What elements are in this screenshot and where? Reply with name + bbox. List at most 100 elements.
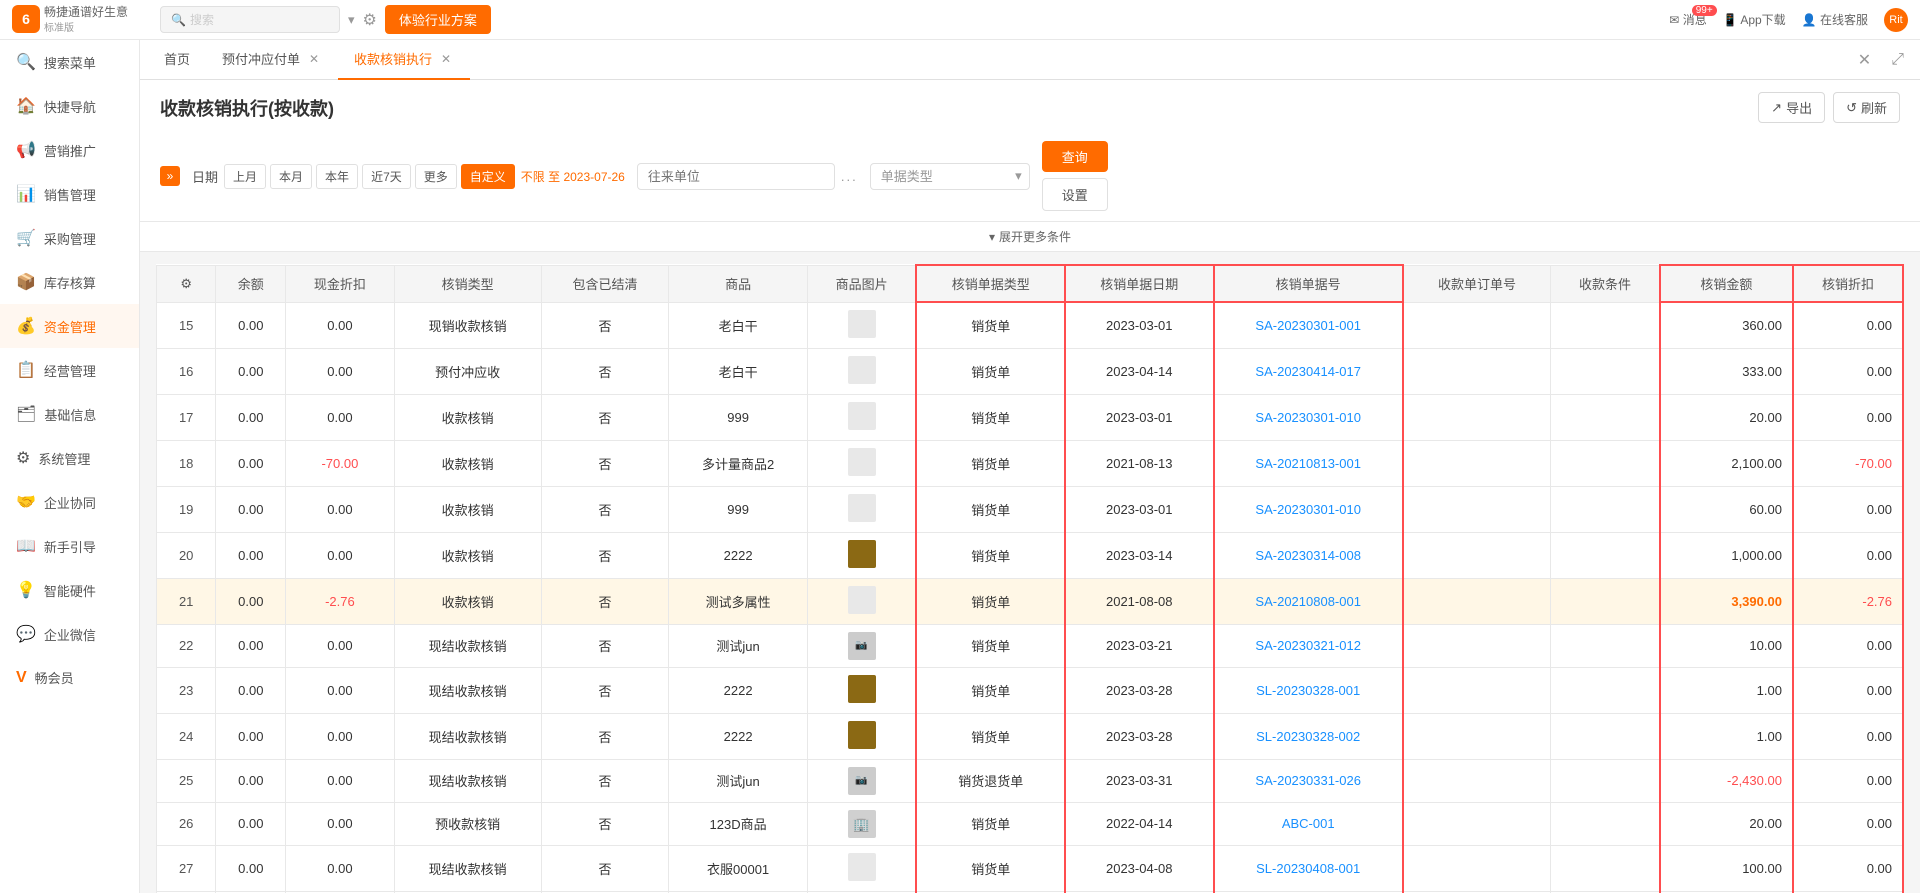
refresh-icon: ↺ [1846, 100, 1857, 116]
voucher-type-select[interactable]: 单据类型 [870, 163, 1030, 190]
settings-btn[interactable]: 设置 [1042, 178, 1108, 211]
date-last-month-btn[interactable]: 上月 [224, 164, 266, 189]
bill-no-link[interactable]: SA-20230314-008 [1255, 548, 1361, 563]
sidebar-label-member: 畅会员 [35, 668, 74, 687]
page-actions: ↗ 导出 ↺ 刷新 [1758, 92, 1900, 123]
date-this-year-btn[interactable]: 本年 [316, 164, 358, 189]
operation-icon: 📋 [16, 360, 36, 380]
product-header-label: 商品 [725, 277, 751, 292]
sidebar: 🔍 搜索菜单 🏠 快捷导航 📢 营销推广 📊 销售管理 🛒 采购管理 📦 库存核… [0, 40, 140, 893]
table-row: 150.000.00现销收款核销否老白干销货单2023-03-01SA-2023… [157, 302, 1904, 348]
bill-no-link[interactable]: ABC-001 [1282, 816, 1335, 831]
filter-row: » 日期 上月 本月 本年 近7天 更多 自定义 不限 至 2023-07-26 [160, 133, 1900, 221]
sidebar-item-member[interactable]: V 畅会员 [0, 656, 139, 699]
bill-no-link[interactable]: SA-20230331-026 [1255, 773, 1361, 788]
bill-no-link[interactable]: SA-20230301-010 [1255, 410, 1361, 425]
sidebar-label-guide: 新手引导 [44, 537, 96, 556]
sidebar-item-system[interactable]: ⚙ 系统管理 [0, 436, 139, 480]
table-row: 250.000.00现结收款核销否测试jun📷销货退货单2023-03-31SA… [157, 759, 1904, 802]
sidebar-item-sales[interactable]: 📊 销售管理 [0, 172, 139, 216]
sidebar-item-finance[interactable]: 💰 资金管理 [0, 304, 139, 348]
user-avatar[interactable]: Rit [1884, 8, 1908, 32]
sidebar-label-marketing: 营销推广 [44, 141, 96, 160]
expand-label: 展开更多条件 [999, 228, 1071, 245]
industry-btn[interactable]: 体验行业方案 [385, 5, 491, 34]
table-row: 240.000.00现结收款核销否2222销货单2023-03-28SL-202… [157, 713, 1904, 759]
bill-no-link[interactable]: SA-20210813-001 [1255, 456, 1361, 471]
table-row: 260.000.00预收款核销否123D商品🏢销货单2022-04-14ABC-… [157, 802, 1904, 845]
query-btn[interactable]: 查询 [1042, 141, 1108, 172]
date-more-btn[interactable]: 更多 [415, 164, 457, 189]
dropdown-arrow-icon[interactable]: ▾ [348, 12, 355, 28]
brand-info: 畅捷通谱好生意 标准版 [44, 5, 128, 34]
app-icon: 📱 [1723, 13, 1738, 27]
col-header-settings[interactable]: ⚙ [157, 265, 216, 302]
message-notif[interactable]: ✉ 消息 99+ [1669, 11, 1706, 28]
sidebar-item-operation[interactable]: 📋 经营管理 [0, 348, 139, 392]
bill-no-link[interactable]: SA-20230301-001 [1255, 318, 1361, 333]
cash-discount-header-label: 现金折扣 [314, 277, 366, 292]
sidebar-label-finance: 资金管理 [44, 317, 96, 336]
sidebar-label-system: 系统管理 [38, 449, 90, 468]
bill-no-link[interactable]: SA-20230414-017 [1255, 364, 1361, 379]
tab-home[interactable]: 首页 [148, 40, 206, 80]
bill-no-link[interactable]: SL-20230328-002 [1256, 729, 1360, 744]
date-filter-label: 日期 [192, 167, 218, 186]
refresh-btn[interactable]: ↺ 刷新 [1833, 92, 1900, 123]
table-row: 170.000.00收款核销否999销货单2023-03-01SA-202303… [157, 394, 1904, 440]
tab-bar-actions: ✕ ⤢ [1850, 50, 1912, 70]
sidebar-item-search[interactable]: 🔍 搜索菜单 [0, 40, 139, 84]
tab-prepay-close[interactable]: ✕ [306, 51, 322, 67]
col-header-product-img: 商品图片 [807, 265, 916, 302]
top-bar: 6 畅捷通谱好生意 标准版 🔍 搜索 ▾ ⚙ 体验行业方案 ✉ 消息 99+ 📱… [0, 0, 1920, 40]
expand-conditions-btn[interactable]: ▾ 展开更多条件 [989, 228, 1071, 245]
settings-gear-icon[interactable]: ⚙ [363, 10, 377, 30]
sidebar-item-collab[interactable]: 🤝 企业协同 [0, 480, 139, 524]
tab-expand-icon[interactable]: ⤢ [1883, 51, 1912, 69]
tab-prepay-label: 预付冲应付单 [222, 49, 300, 68]
sidebar-item-shortcut[interactable]: 🏠 快捷导航 [0, 84, 139, 128]
verify-bill-no-header-label: 核销单据号 [1276, 277, 1341, 292]
tab-close-all-icon[interactable]: ✕ [1850, 50, 1879, 70]
tab-collection[interactable]: 收款核销执行 ✕ [338, 40, 470, 80]
filter-expand-btn[interactable]: » [160, 166, 180, 186]
bill-no-link[interactable]: SA-20230321-012 [1255, 638, 1361, 653]
sidebar-item-hardware[interactable]: 💡 智能硬件 [0, 568, 139, 612]
tab-home-label: 首页 [164, 49, 190, 68]
top-bar-right: ✉ 消息 99+ 📱 App下载 👤 在线客服 Rit [1669, 8, 1908, 32]
sidebar-item-wechat[interactable]: 💬 企业微信 [0, 612, 139, 656]
sales-icon: 📊 [16, 184, 36, 204]
date-custom-btn[interactable]: 自定义 [461, 164, 515, 189]
bill-no-link[interactable]: SL-20230328-001 [1256, 683, 1360, 698]
export-btn[interactable]: ↗ 导出 [1758, 92, 1825, 123]
date-this-month-btn[interactable]: 本月 [270, 164, 312, 189]
tab-collection-close[interactable]: ✕ [438, 51, 454, 67]
sidebar-label-shortcut: 快捷导航 [44, 97, 96, 116]
brand-version: 标准版 [44, 19, 128, 34]
bill-no-link[interactable]: SA-20230301-010 [1255, 502, 1361, 517]
sidebar-item-base[interactable]: 🗂 基础信息 [0, 392, 139, 436]
search-menu-icon: 🔍 [16, 52, 36, 72]
app-download[interactable]: 📱 App下载 [1723, 11, 1786, 28]
table-row: 270.000.00现结收款核销否衣服00001销货单2023-04-08SL-… [157, 845, 1904, 891]
global-search[interactable]: 🔍 搜索 [160, 6, 340, 33]
top-bar-middle: 🔍 搜索 ▾ ⚙ 体验行业方案 [160, 5, 1661, 34]
table-area[interactable]: ⚙ 余额 现金折扣 核销类型 包 [140, 252, 1920, 893]
sidebar-item-guide[interactable]: 📖 新手引导 [0, 524, 139, 568]
bill-no-link[interactable]: SA-20210808-001 [1255, 594, 1361, 609]
tab-prepay[interactable]: 预付冲应付单 ✕ [206, 40, 338, 80]
partner-input[interactable] [637, 163, 835, 190]
sidebar-item-marketing[interactable]: 📢 营销推广 [0, 128, 139, 172]
bill-no-link[interactable]: SL-20230408-001 [1256, 861, 1360, 876]
online-service[interactable]: 👤 在线客服 [1802, 11, 1868, 28]
inventory-icon: 📦 [16, 272, 36, 292]
app-label: App下载 [1740, 13, 1785, 27]
date-7days-btn[interactable]: 近7天 [362, 164, 411, 189]
home-icon: 🏠 [16, 96, 36, 116]
filter-dates: 上月 本月 本年 近7天 更多 自定义 [224, 164, 515, 189]
column-settings-icon: ⚙ [180, 276, 192, 291]
sidebar-item-inventory[interactable]: 📦 库存核算 [0, 260, 139, 304]
sidebar-item-purchase[interactable]: 🛒 采购管理 [0, 216, 139, 260]
col-header-balance: 余额 [216, 265, 286, 302]
col-header-verify-bill-date: 核销单据日期 [1065, 265, 1214, 302]
